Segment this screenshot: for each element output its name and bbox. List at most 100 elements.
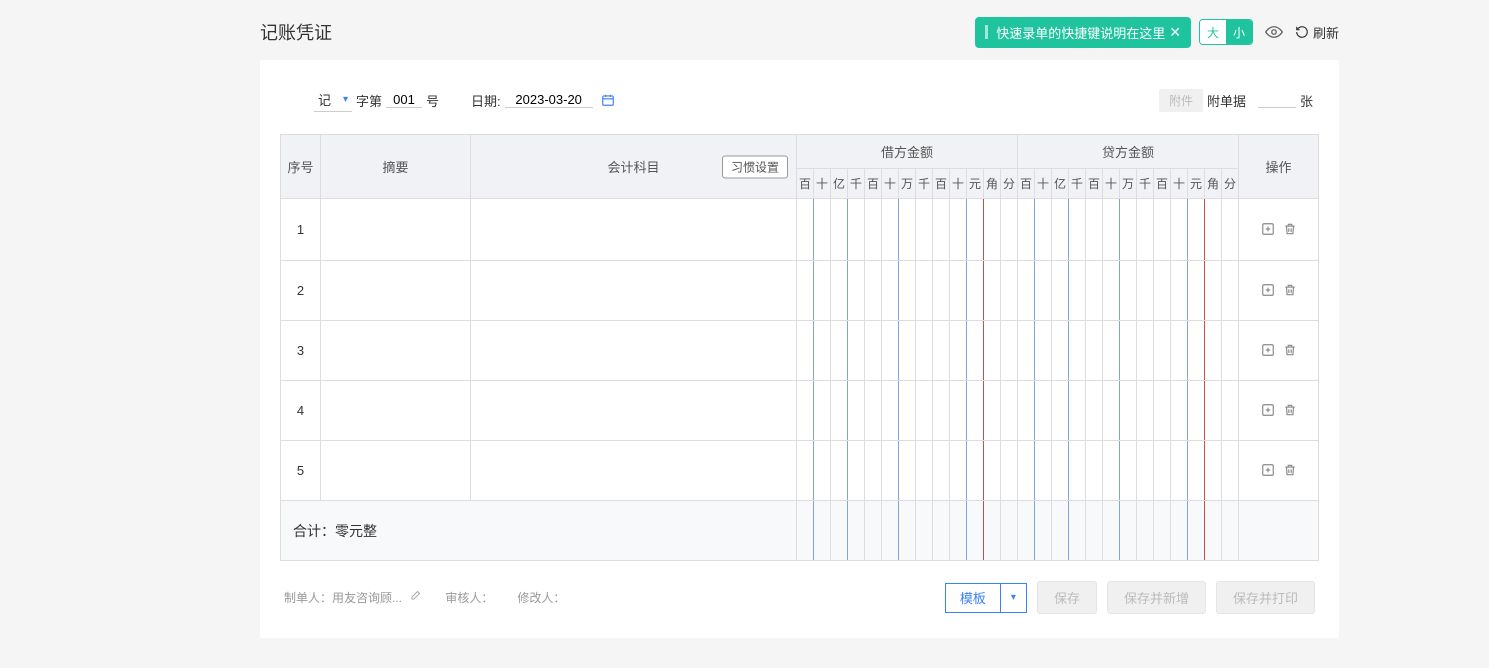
digit-cell[interactable] (1001, 199, 1018, 261)
summary-cell[interactable] (321, 441, 471, 501)
digit-cell[interactable] (1001, 261, 1018, 321)
digit-cell[interactable] (1086, 321, 1103, 381)
digit-cell[interactable] (950, 261, 967, 321)
digit-cell[interactable] (797, 441, 814, 501)
digit-cell[interactable] (1154, 441, 1171, 501)
digit-cell[interactable] (1069, 321, 1086, 381)
digit-cell[interactable] (933, 261, 950, 321)
digit-cell[interactable] (882, 321, 899, 381)
refresh-button[interactable]: 刷新 (1295, 23, 1339, 42)
digit-cell[interactable] (1171, 441, 1188, 501)
digit-cell[interactable] (1205, 381, 1222, 441)
digit-cell[interactable] (814, 441, 831, 501)
digit-cell[interactable] (882, 381, 899, 441)
digit-cell[interactable] (899, 261, 916, 321)
subject-cell[interactable] (471, 381, 797, 441)
sheets-input[interactable] (1258, 92, 1296, 108)
digit-cell[interactable] (933, 381, 950, 441)
digit-cell[interactable] (933, 441, 950, 501)
digit-cell[interactable] (916, 381, 933, 441)
digit-cell[interactable] (1222, 261, 1239, 321)
edit-maker-icon[interactable] (409, 591, 421, 605)
habit-settings-button[interactable]: 习惯设置 (722, 155, 788, 178)
digit-cell[interactable] (1086, 261, 1103, 321)
add-row-icon[interactable] (1259, 341, 1277, 359)
digit-cell[interactable] (1120, 381, 1137, 441)
digit-cell[interactable] (1018, 321, 1035, 381)
digit-cell[interactable] (1001, 441, 1018, 501)
digit-cell[interactable] (1222, 441, 1239, 501)
digit-cell[interactable] (1222, 381, 1239, 441)
subject-cell[interactable] (471, 199, 797, 261)
size-small-button[interactable]: 小 (1226, 20, 1252, 44)
add-row-icon[interactable] (1259, 281, 1277, 299)
digit-cell[interactable] (831, 441, 848, 501)
summary-input[interactable] (321, 199, 470, 257)
digit-cell[interactable] (916, 199, 933, 261)
digit-cell[interactable] (865, 199, 882, 261)
digit-cell[interactable] (1188, 321, 1205, 381)
digit-cell[interactable] (1035, 441, 1052, 501)
digit-cell[interactable] (984, 381, 1001, 441)
digit-cell[interactable] (831, 261, 848, 321)
digit-cell[interactable] (1103, 321, 1120, 381)
summary-cell[interactable] (321, 261, 471, 321)
digit-cell[interactable] (1035, 199, 1052, 261)
digit-cell[interactable] (814, 261, 831, 321)
digit-cell[interactable] (1052, 261, 1069, 321)
digit-cell[interactable] (882, 261, 899, 321)
digit-cell[interactable] (1222, 199, 1239, 261)
digit-cell[interactable] (865, 441, 882, 501)
summary-cell[interactable] (321, 199, 471, 261)
digit-cell[interactable] (1069, 199, 1086, 261)
digit-cell[interactable] (950, 381, 967, 441)
digit-cell[interactable] (1188, 381, 1205, 441)
digit-cell[interactable] (1171, 199, 1188, 261)
digit-cell[interactable] (1188, 199, 1205, 261)
voucher-type-select[interactable]: 记 ▾ (314, 88, 352, 112)
summary-cell[interactable] (321, 321, 471, 381)
digit-cell[interactable] (967, 261, 984, 321)
digit-cell[interactable] (848, 261, 865, 321)
digit-cell[interactable] (1188, 261, 1205, 321)
save-button[interactable]: 保存 (1037, 581, 1097, 614)
digit-cell[interactable] (797, 199, 814, 261)
voucher-number-input[interactable] (386, 92, 422, 108)
digit-cell[interactable] (1205, 261, 1222, 321)
digit-cell[interactable] (1103, 261, 1120, 321)
digit-cell[interactable] (950, 441, 967, 501)
subject-cell[interactable] (471, 261, 797, 321)
digit-cell[interactable] (899, 441, 916, 501)
digit-cell[interactable] (848, 441, 865, 501)
save-print-button[interactable]: 保存并打印 (1216, 581, 1315, 614)
digit-cell[interactable] (1052, 381, 1069, 441)
digit-cell[interactable] (814, 321, 831, 381)
digit-cell[interactable] (950, 321, 967, 381)
digit-cell[interactable] (1086, 381, 1103, 441)
digit-cell[interactable] (1137, 441, 1154, 501)
digit-cell[interactable] (1171, 381, 1188, 441)
digit-cell[interactable] (797, 261, 814, 321)
size-large-button[interactable]: 大 (1200, 20, 1226, 44)
attachment-button[interactable]: 附件 (1159, 89, 1203, 112)
digit-cell[interactable] (1052, 441, 1069, 501)
digit-cell[interactable] (865, 381, 882, 441)
digit-cell[interactable] (1018, 381, 1035, 441)
digit-cell[interactable] (1018, 441, 1035, 501)
digit-cell[interactable] (1001, 381, 1018, 441)
digit-cell[interactable] (865, 321, 882, 381)
digit-cell[interactable] (1154, 261, 1171, 321)
digit-cell[interactable] (916, 321, 933, 381)
digit-cell[interactable] (814, 381, 831, 441)
digit-cell[interactable] (899, 199, 916, 261)
digit-cell[interactable] (984, 261, 1001, 321)
digit-cell[interactable] (1035, 381, 1052, 441)
digit-cell[interactable] (1205, 321, 1222, 381)
digit-cell[interactable] (1018, 199, 1035, 261)
delete-row-icon[interactable] (1281, 341, 1299, 359)
digit-cell[interactable] (933, 321, 950, 381)
digit-cell[interactable] (1086, 441, 1103, 501)
digit-cell[interactable] (1069, 261, 1086, 321)
digit-cell[interactable] (1137, 321, 1154, 381)
digit-cell[interactable] (1103, 441, 1120, 501)
